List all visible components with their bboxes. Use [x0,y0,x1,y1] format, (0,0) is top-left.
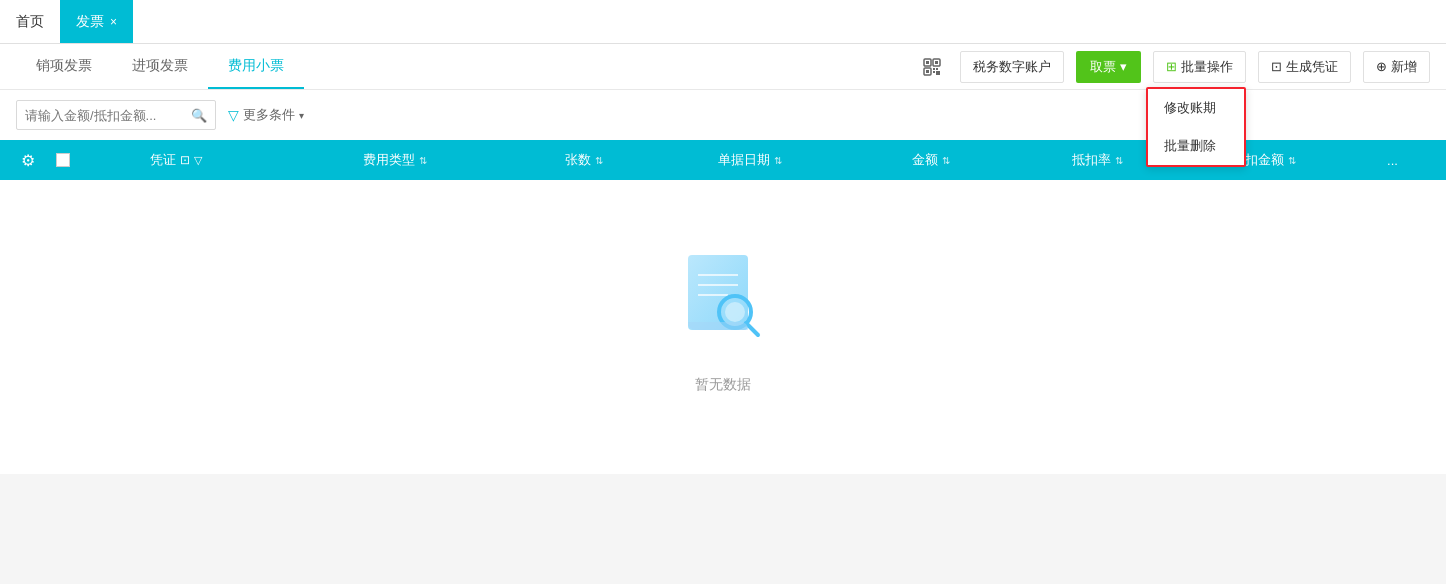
main-content: 销项发票 进项发票 费用小票 [0,44,1446,474]
th-expense-type: 费用类型 ⇅ [274,151,515,169]
empty-state: 暂无数据 [0,180,1446,474]
empty-text: 暂无数据 [695,376,751,394]
svg-rect-6 [933,68,935,70]
qr-icon [922,57,942,77]
header-checkbox[interactable] [56,153,70,167]
th-voucher: 凭证 ⊡ ▽ [78,151,274,169]
take-invoice-button[interactable]: 取票 ▾ [1076,51,1141,83]
sort-icon-deduction-amount[interactable]: ⇅ [1288,155,1296,166]
more-filter-label: 更多条件 [243,106,295,124]
svg-rect-5 [926,70,929,73]
tab-sales[interactable]: 销项发票 [16,44,112,89]
tax-digital-button[interactable]: 税务数字账户 [960,51,1064,83]
more-filter-button[interactable]: ▽ 更多条件 ▾ [228,106,304,124]
svg-rect-1 [926,61,929,64]
table-container: ⚙ 凭证 ⊡ ▽ 费用类型 ⇅ 张数 ⇅ 单据日期 ⇅ [0,140,1446,474]
generate-voucher-label: 生成凭证 [1286,58,1338,76]
home-label: 首页 [16,13,44,31]
search-wrap: 🔍 [16,100,216,130]
sort-icon-date[interactable]: ⇅ [774,155,782,166]
gear-icon[interactable]: ⚙ [21,151,35,170]
empty-illustration [663,240,783,360]
sort-icon-expense-type[interactable]: ⇅ [419,155,427,166]
take-arrow-icon: ▾ [1120,59,1127,74]
sub-tabs-left: 销项发票 进项发票 费用小票 [16,44,304,89]
tab-input[interactable]: 进项发票 [112,44,208,89]
add-button[interactable]: ⊕ 新增 [1363,51,1430,83]
filter-arrow-icon: ▾ [299,110,304,121]
qr-button[interactable] [916,51,948,83]
batch-dropdown-menu: 修改账期 批量删除 [1146,87,1246,167]
batch-delete-item[interactable]: 批量删除 [1148,127,1244,165]
generate-voucher-icon: ⊡ [1271,59,1282,74]
filter-icon: ▽ [228,107,239,123]
top-nav: 首页 发票 × [0,0,1446,44]
invoice-tab-label: 发票 [76,13,104,31]
generate-voucher-button[interactable]: ⊡ 生成凭证 [1258,51,1351,83]
svg-rect-8 [933,71,935,73]
add-icon: ⊕ [1376,59,1387,74]
batch-op-icon: ⊞ [1166,59,1177,74]
sort-icon-count[interactable]: ⇅ [595,155,603,166]
search-input[interactable] [25,108,185,123]
sort-icon-amount[interactable]: ⇅ [942,155,950,166]
th-count: 张数 ⇅ [516,151,652,169]
svg-point-15 [725,302,745,322]
th-rest: ... [1347,153,1438,168]
th-amount: 金额 ⇅ [848,151,1014,169]
svg-rect-3 [935,61,938,64]
th-checkbox[interactable] [48,153,78,167]
close-icon[interactable]: × [110,15,117,29]
th-date: 单据日期 ⇅ [652,151,848,169]
sort-icon-deduction-rate[interactable]: ⇅ [1115,155,1123,166]
batch-op-label: 批量操作 [1181,58,1233,76]
home-tab[interactable]: 首页 [0,0,60,43]
tab-expense[interactable]: 费用小票 [208,44,304,89]
modify-period-item[interactable]: 修改账期 [1148,89,1244,127]
batch-op-wrapper: ⊞ 批量操作 修改账期 批量删除 [1153,51,1246,83]
sub-tabs-right: 税务数字账户 取票 ▾ ⊞ 批量操作 修改账期 批量删除 [916,51,1430,83]
svg-rect-9 [936,71,940,75]
th-settings[interactable]: ⚙ [8,151,48,170]
sub-tabs-bar: 销项发票 进项发票 费用小票 [0,44,1446,90]
filter-icon-voucher[interactable]: ▽ [194,154,202,167]
invoice-tab[interactable]: 发票 × [60,0,133,43]
search-icon[interactable]: 🔍 [191,108,207,123]
add-label: 新增 [1391,58,1417,76]
voucher-icon: ⊡ [180,153,190,167]
batch-op-button[interactable]: ⊞ 批量操作 [1153,51,1246,83]
svg-rect-7 [936,68,938,70]
